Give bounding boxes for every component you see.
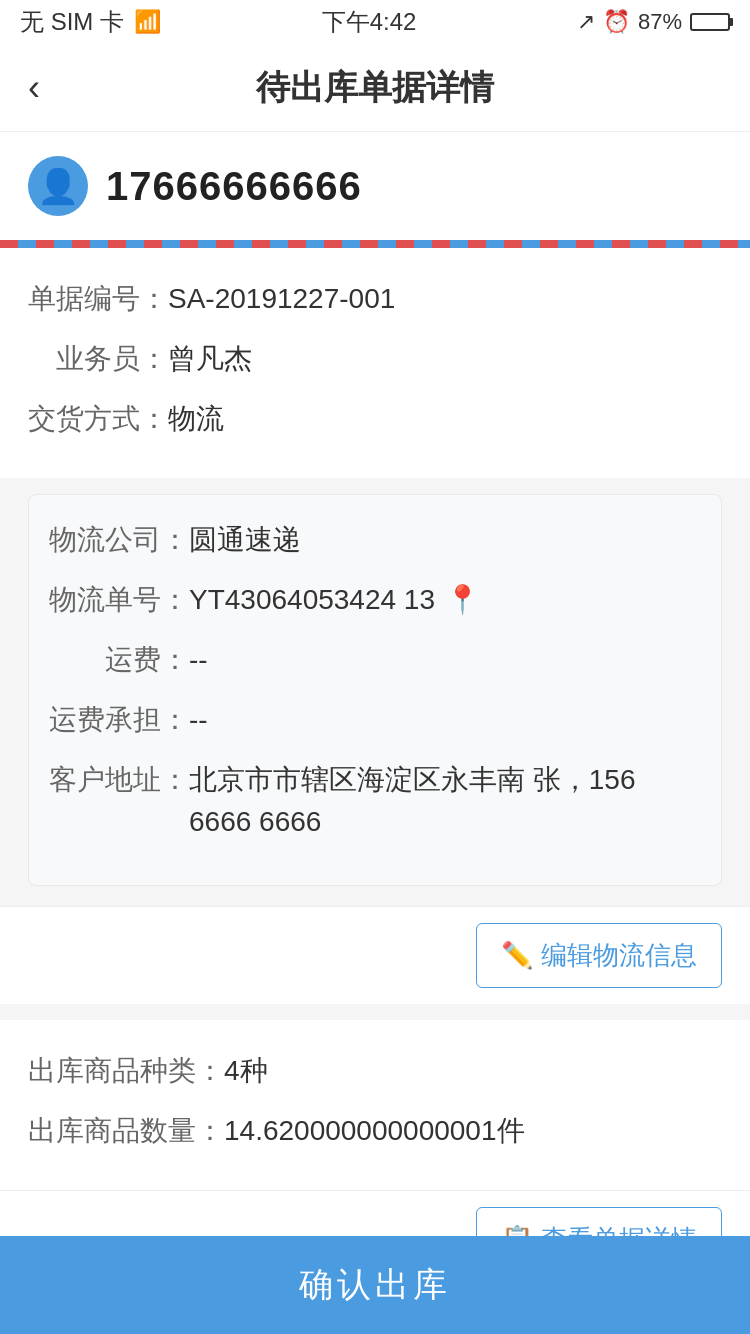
summary-section: 出库商品种类： 4种 出库商品数量： 14.620000000000001件	[0, 1020, 750, 1190]
carrier-text: 无 SIM 卡	[20, 6, 124, 38]
customer-address-value: 北京市市辖区海淀区永丰南 张，156 6666 6666	[189, 759, 701, 843]
status-time: 下午4:42	[322, 6, 417, 38]
user-header: 👤 17666666666	[0, 132, 750, 240]
logistics-company-row: 物流公司： 圆通速递	[29, 519, 721, 561]
logistics-company-label: 物流公司：	[49, 519, 189, 561]
edit-logistics-label: 编辑物流信息	[541, 938, 697, 973]
confirm-button-label: 确认出库	[299, 1262, 451, 1308]
battery-percent: 87%	[638, 9, 682, 35]
delivery-method-row: 交货方式： 物流	[28, 398, 722, 440]
order-number-label: 单据编号：	[28, 278, 168, 320]
salesperson-value: 曾凡杰	[168, 338, 722, 380]
main-content: 👤 17666666666 单据编号： SA-20191227-001 业务员：…	[0, 132, 750, 1334]
status-left: 无 SIM 卡 📶	[20, 6, 161, 38]
section-gap-1	[0, 1004, 750, 1020]
customer-address-label: 客户地址：	[49, 759, 189, 801]
freight-bearer-value: --	[189, 699, 701, 741]
product-quantity-value: 14.620000000000001件	[224, 1110, 722, 1152]
freight-row: 运费： --	[29, 639, 721, 681]
status-right: ↗ ⏰ 87%	[577, 9, 730, 35]
avatar: 👤	[28, 156, 88, 216]
product-types-value: 4种	[224, 1050, 722, 1092]
freight-bearer-row: 运费承担： --	[29, 699, 721, 741]
product-quantity-label: 出库商品数量：	[28, 1110, 224, 1152]
order-info-section: 单据编号： SA-20191227-001 业务员： 曾凡杰 交货方式： 物流	[0, 248, 750, 478]
salesperson-row: 业务员： 曾凡杰	[28, 338, 722, 380]
delivery-method-value: 物流	[168, 398, 722, 440]
nav-bar: ‹ 待出库单据详情	[0, 44, 750, 132]
order-number-row: 单据编号： SA-20191227-001	[28, 278, 722, 320]
logistics-card: 物流公司： 圆通速递 物流单号： YT43064053424 13 📍 运费： …	[28, 494, 722, 886]
status-bar: 无 SIM 卡 📶 下午4:42 ↗ ⏰ 87%	[0, 0, 750, 44]
freight-value: --	[189, 639, 701, 681]
customer-address-row: 客户地址： 北京市市辖区海淀区永丰南 张，156 6666 6666	[29, 759, 721, 843]
page-title: 待出库单据详情	[256, 65, 494, 111]
logistics-company-value: 圆通速递	[189, 519, 701, 561]
product-quantity-row: 出库商品数量： 14.620000000000001件	[28, 1110, 722, 1152]
logistics-number-row: 物流单号： YT43064053424 13 📍	[29, 579, 721, 621]
dashed-divider	[0, 240, 750, 248]
user-phone: 17666666666	[106, 164, 362, 209]
order-number-value: SA-20191227-001	[168, 278, 722, 320]
logistics-number-text: YT43064053424 13	[189, 579, 435, 621]
freight-label: 运费：	[49, 639, 189, 681]
logistics-number-label: 物流单号：	[49, 579, 189, 621]
edit-icon: ✏️	[501, 940, 533, 971]
user-icon: 👤	[37, 166, 79, 206]
wifi-icon: 📶	[134, 9, 161, 35]
freight-bearer-label: 运费承担：	[49, 699, 189, 741]
battery-bar	[690, 13, 730, 31]
edit-logistics-row: ✏️ 编辑物流信息	[0, 906, 750, 1004]
edit-logistics-button[interactable]: ✏️ 编辑物流信息	[476, 923, 722, 988]
map-pin-icon[interactable]: 📍	[445, 579, 480, 621]
confirm-bar[interactable]: 确认出库	[0, 1236, 750, 1334]
alarm-icon: ⏰	[603, 9, 630, 35]
product-types-label: 出库商品种类：	[28, 1050, 224, 1092]
delivery-method-label: 交货方式：	[28, 398, 168, 440]
location-status-icon: ↗	[577, 9, 595, 35]
product-types-row: 出库商品种类： 4种	[28, 1050, 722, 1092]
back-button[interactable]: ‹	[28, 67, 40, 109]
salesperson-label: 业务员：	[28, 338, 168, 380]
logistics-number-value: YT43064053424 13 📍	[189, 579, 701, 621]
